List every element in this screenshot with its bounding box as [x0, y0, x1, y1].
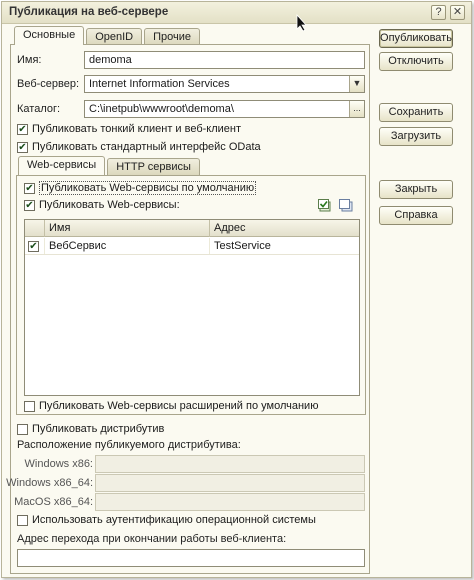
load-button[interactable]: Загрузить — [379, 127, 453, 146]
publish-ws-extensions-checkbox[interactable]: Публиковать Web-сервисы расширений по ум… — [24, 400, 318, 412]
row-address: TestService — [214, 240, 271, 252]
tab-main[interactable]: Основные — [14, 26, 85, 45]
publish-odata-label: Публиковать стандартный интерфейс OData — [32, 141, 261, 153]
publish-odata-checkbox[interactable]: ✔ Публиковать стандартный интерфейс ODat… — [17, 141, 261, 153]
catalog-field[interactable]: C:\inetpub\wwwroot\demoma\ ... — [84, 100, 365, 118]
title-bar[interactable]: Публикация на веб-сервере ? ✕ — [2, 2, 471, 24]
publish-ws-default-label: Публиковать Web-сервисы по умолчанию — [39, 181, 257, 195]
macos-x86-64-field[interactable] — [95, 493, 365, 511]
tab-openid[interactable]: OpenID — [86, 28, 143, 45]
row-checkbox-cell[interactable]: ✔ — [25, 238, 45, 254]
server-select-value: Internet Information Services — [89, 78, 230, 90]
windows-x86-field[interactable] — [95, 455, 365, 473]
checkbox-box[interactable] — [17, 514, 28, 526]
web-services-table[interactable]: Имя Адрес ✔ ВебСервис TestService — [24, 219, 360, 396]
checkbox-box[interactable]: ✔ — [17, 141, 28, 153]
help-button[interactable]: Справка — [379, 206, 453, 225]
name-field[interactable]: demoma — [84, 51, 365, 69]
os-auth-checkbox[interactable]: Использовать аутентификацию операционной… — [17, 514, 316, 526]
exit-url-field[interactable] — [17, 549, 365, 567]
publish-thin-client-checkbox[interactable]: ✔ Публиковать тонкий клиент и веб-клиент — [17, 123, 241, 135]
column-header-check — [25, 220, 45, 237]
column-header-name[interactable]: Имя — [45, 220, 210, 237]
publish-ws-extensions-label: Публиковать Web-сервисы расширений по ум… — [39, 400, 319, 412]
windows-x86-label: Windows x86: — [24, 458, 93, 470]
windows-x86-64-label: Windows x86_64: — [6, 477, 93, 489]
checkbox-box[interactable] — [24, 400, 35, 412]
mouse-cursor-icon — [296, 14, 307, 32]
publish-button[interactable]: Опубликовать — [379, 29, 453, 48]
window-title: Публикация на веб-сервере — [9, 6, 169, 18]
close-icon[interactable]: ✕ — [450, 5, 465, 20]
check-all-icon[interactable] — [318, 199, 332, 212]
checkbox-box[interactable]: ✔ — [24, 182, 35, 194]
tab-other[interactable]: Прочие — [144, 28, 201, 45]
macos-x86-64-label: MacOS x86_64: — [14, 496, 93, 508]
publish-ws-checkbox[interactable]: ✔ Публиковать Web-сервисы: — [24, 199, 180, 211]
publish-ws-label: Публиковать Web-сервисы: — [39, 199, 180, 211]
checkbox-box[interactable]: ✔ — [28, 241, 39, 252]
publish-distributive-checkbox[interactable]: Публиковать дистрибутив — [17, 423, 164, 435]
checkbox-box[interactable]: ✔ — [17, 123, 28, 135]
exit-url-label: Адрес перехода при окончании работы веб-… — [17, 533, 287, 545]
chevron-down-icon[interactable]: ▼ — [349, 76, 364, 92]
os-auth-label: Использовать аутентификацию операционной… — [32, 514, 316, 526]
table-header: Имя Адрес — [25, 220, 359, 237]
row-name: ВебСервис — [45, 238, 210, 254]
publish-distributive-label: Публиковать дистрибутив — [32, 423, 165, 435]
checkbox-box[interactable]: ✔ — [24, 199, 35, 211]
catalog-value: C:\inetpub\wwwroot\demoma\ — [89, 103, 234, 115]
publish-thin-client-label: Публиковать тонкий клиент и веб-клиент — [32, 123, 242, 135]
name-label: Имя: — [17, 54, 42, 66]
server-select[interactable]: Internet Information Services ▼ — [84, 75, 365, 93]
table-row[interactable]: ✔ ВебСервис TestService — [25, 238, 359, 255]
browse-button[interactable]: ... — [349, 101, 364, 117]
uncheck-all-icon[interactable] — [339, 199, 353, 212]
unpublish-button[interactable]: Отключить — [379, 52, 453, 71]
checkbox-box[interactable] — [17, 423, 28, 435]
server-label: Веб-сервер: — [17, 78, 80, 90]
help-icon[interactable]: ? — [431, 5, 446, 20]
tab-http-services[interactable]: HTTP сервисы — [107, 158, 200, 175]
catalog-label: Каталог: — [17, 103, 61, 115]
tab-web-services[interactable]: Web-сервисы — [18, 156, 106, 175]
column-header-address[interactable]: Адрес — [210, 220, 360, 237]
distributive-location-label: Расположение публикуемого дистрибутива: — [17, 439, 241, 451]
windows-x86-64-field[interactable] — [95, 474, 365, 492]
close-button[interactable]: Закрыть — [379, 180, 453, 199]
save-button[interactable]: Сохранить — [379, 103, 453, 122]
publish-ws-default-checkbox[interactable]: ✔ Публиковать Web-сервисы по умолчанию — [24, 181, 257, 195]
